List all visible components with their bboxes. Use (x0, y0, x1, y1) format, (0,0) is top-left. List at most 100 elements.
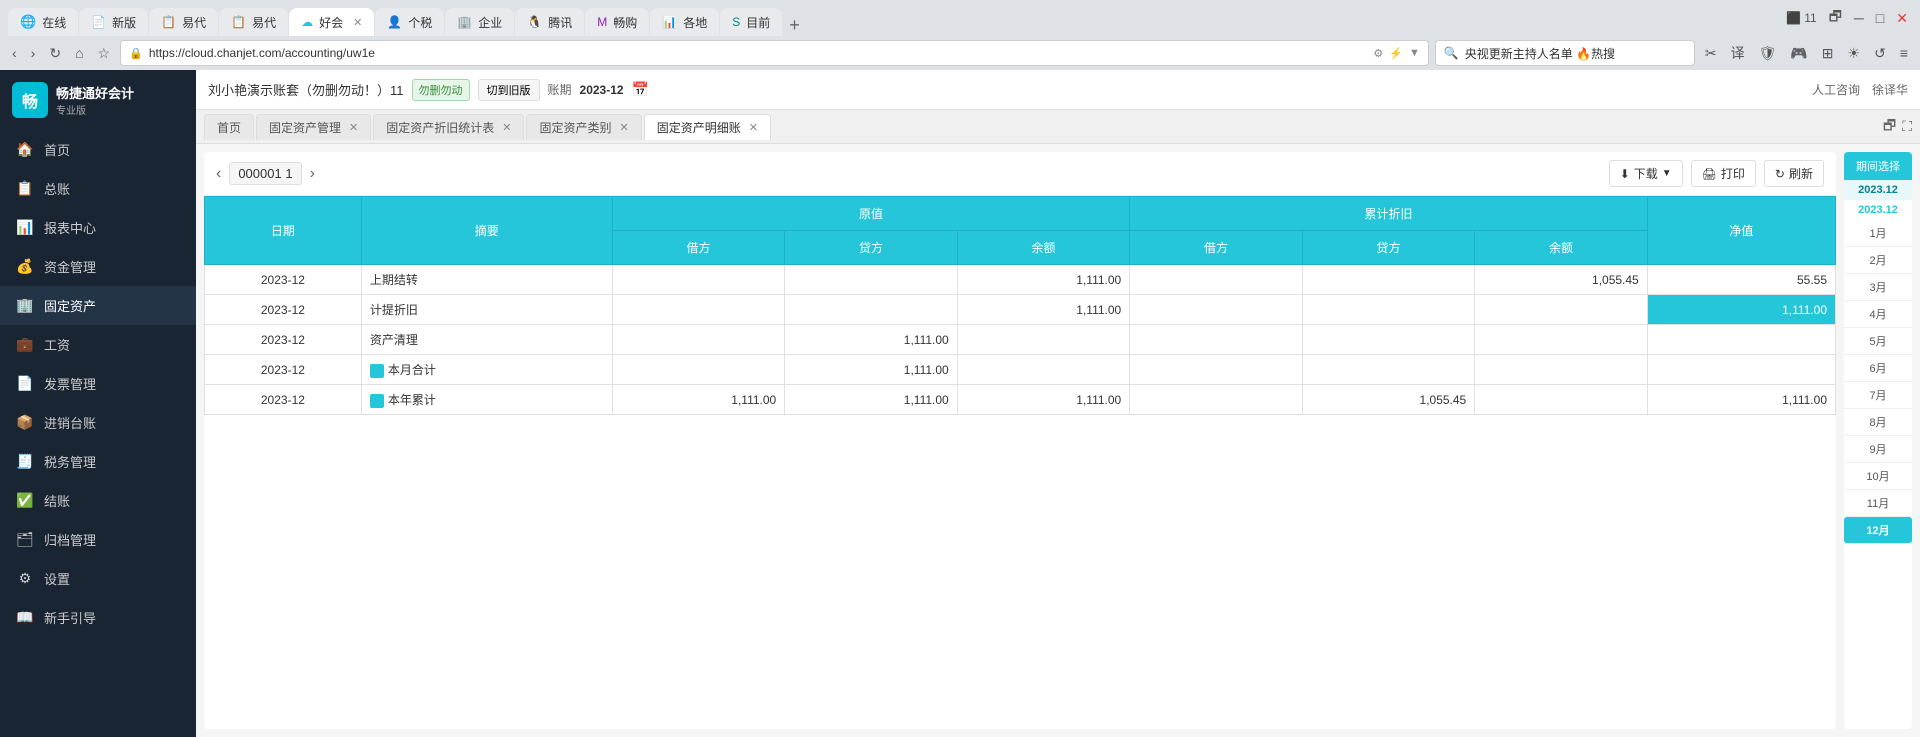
browser-tab-1[interactable]: 🌐 在线 (8, 8, 78, 36)
sidebar-label-tax: 税务管理 (44, 452, 96, 471)
period-year-1[interactable]: 2023.12 (1844, 180, 1912, 200)
sidebar-label-stock: 进销台账 (44, 413, 96, 432)
tab-label-8: 腾讯 (548, 14, 572, 31)
sidebar-item-stock[interactable]: 📦 进销台账 (0, 403, 196, 442)
month-item-11[interactable]: 11月 (1844, 490, 1912, 517)
app-header: 刘小艳演示账套（勿删勿动！）11 勿删勿动 切到旧版 账期 2023-12 📅 … (196, 70, 1920, 110)
sidebar-item-settings[interactable]: ⚙ 设置 (0, 559, 196, 598)
browser-tab-11[interactable]: S 目前 (720, 8, 782, 36)
sidebar-item-archive[interactable]: 🗂 归档管理 (0, 520, 196, 559)
sidebar-item-tax[interactable]: 🧾 税务管理 (0, 442, 196, 481)
tab-depreciation-table[interactable]: 固定资产折旧统计表 ✕ (373, 114, 524, 140)
tab-asset-detail[interactable]: 固定资产明细账 ✕ (644, 114, 771, 140)
dropdown-arrow[interactable]: ▼ (1662, 168, 1672, 179)
app-logo: 畅 (12, 82, 48, 118)
refresh-button[interactable]: ↻ 刷新 (1764, 160, 1824, 187)
cell-orig-credit (785, 295, 958, 325)
cell-date: 2023-12 (205, 325, 362, 355)
print-button[interactable]: 🖨 打印 (1691, 160, 1756, 187)
tab-asset-mgmt-label: 固定资产管理 (269, 119, 341, 136)
maximize-panel-button[interactable]: ⛶ (1902, 115, 1912, 139)
bookmark-button[interactable]: ☆ (94, 43, 115, 64)
asset-detail-table: 日期 摘要 原值 累计折旧 净值 借方 贷方 余额 借方 (204, 196, 1836, 415)
search-text[interactable]: 央视更新主持人名单 🔥热搜 (1465, 45, 1615, 62)
tab-close-5[interactable]: ✕ (353, 16, 362, 29)
tab-asset-mgmt-close[interactable]: ✕ (349, 121, 358, 134)
undo-button[interactable]: ↺ (1870, 43, 1890, 64)
game-button[interactable]: 🎮 (1786, 43, 1811, 64)
new-tab-button[interactable]: + (783, 15, 806, 36)
browser-tab-3[interactable]: 📋 易代 (149, 8, 218, 36)
browser-tab-2[interactable]: 📄 新版 (79, 8, 148, 36)
maximize-button[interactable]: □ (1872, 8, 1888, 28)
month-item-2[interactable]: 2月 (1844, 247, 1912, 274)
cell-acc-credit (1302, 265, 1475, 295)
close-window-button[interactable]: ✕ (1892, 8, 1912, 29)
translate-button[interactable]: 译 (1727, 41, 1749, 65)
user-name[interactable]: 徐译华 (1872, 81, 1908, 98)
sidebar-item-funds[interactable]: 💰 资金管理 (0, 247, 196, 286)
dropdown-icon[interactable]: ▼ (1409, 47, 1420, 59)
tab-detail-close[interactable]: ✕ (749, 121, 758, 134)
menu-button[interactable]: ≡ (1896, 43, 1912, 63)
address-text[interactable]: https://cloud.chanjet.com/accounting/uw1… (149, 46, 1368, 60)
sidebar-item-invoice[interactable]: 📄 发票管理 (0, 364, 196, 403)
browser-tab-7[interactable]: 🏢 企业 (445, 8, 514, 36)
col-accumulated-group: 累计折旧 (1130, 197, 1648, 231)
sidebar-item-payroll[interactable]: 💼 工资 (0, 325, 196, 364)
tab-dep-table-close[interactable]: ✕ (502, 121, 511, 134)
browser-tab-9[interactable]: M 畅购 (585, 8, 649, 36)
prev-record-button[interactable]: ‹ (216, 165, 221, 183)
next-record-button[interactable]: › (310, 165, 315, 183)
tab-home[interactable]: 首页 (204, 114, 254, 140)
month-item-3[interactable]: 3月 (1844, 274, 1912, 301)
sidebar-item-close[interactable]: ✅ 结账 (0, 481, 196, 520)
grid-button[interactable]: ⊞ (1818, 43, 1838, 64)
table-row: 2023-12 资产清理 1,111.00 (205, 325, 1836, 355)
restore-panel-button[interactable]: 🗗 (1883, 115, 1896, 139)
table-row: 2023-12 本年累计 1,111.00 1,111.00 1,111.00 … (205, 385, 1836, 415)
header-right: 人工咨询 徐译华 (1812, 81, 1908, 98)
main-panel: ‹ 000001 1 › ⬇ 下载 ▼ 🖨 打印 (204, 152, 1836, 729)
tab-cat-close[interactable]: ✕ (620, 121, 629, 134)
download-icon: ⬇ (1620, 167, 1630, 181)
month-item-5[interactable]: 5月 (1844, 328, 1912, 355)
browser-tab-4[interactable]: 📋 易代 (219, 8, 288, 36)
browser-tab-8[interactable]: 🐧 腾讯 (515, 8, 584, 36)
col-acc-balance: 余额 (1475, 231, 1648, 265)
browser-tab-6[interactable]: 👤 个税 (375, 8, 444, 36)
shield-button[interactable]: 🛡 (1755, 43, 1781, 64)
sidebar-item-guide[interactable]: 📖 新手引导 (0, 598, 196, 637)
sidebar-item-reports[interactable]: 📊 报表中心 (0, 208, 196, 247)
minimize-button[interactable]: ─ (1850, 8, 1868, 28)
home-button[interactable]: ⌂ (71, 43, 87, 63)
calendar-icon[interactable]: 📅 (632, 81, 649, 98)
browser-tab-10[interactable]: 📊 各地 (650, 8, 719, 36)
month-item-4[interactable]: 4月 (1844, 301, 1912, 328)
sidebar-item-home[interactable]: 🏠 首页 (0, 130, 196, 169)
tab-overflow-button[interactable]: ⬛ 11 (1782, 9, 1821, 27)
reload-button[interactable]: ↻ (45, 43, 65, 64)
period-year-2[interactable]: 2023.12 (1844, 200, 1912, 220)
sidebar-item-assets[interactable]: 🏢 固定资产 (0, 286, 196, 325)
forward-button[interactable]: › (27, 43, 40, 63)
month-item-7[interactable]: 7月 (1844, 382, 1912, 409)
version-switch-button[interactable]: 切到旧版 (478, 79, 540, 101)
month-item-9[interactable]: 9月 (1844, 436, 1912, 463)
tab-asset-mgmt[interactable]: 固定资产管理 ✕ (256, 114, 371, 140)
browser-tab-5[interactable]: ☁ 好会 ✕ (289, 8, 374, 36)
scissors-icon[interactable]: ✂ (1701, 43, 1721, 64)
month-item-6[interactable]: 6月 (1844, 355, 1912, 382)
sidebar-label-close: 结账 (44, 491, 70, 510)
brightness-button[interactable]: ☀ (1844, 43, 1865, 64)
month-item-10[interactable]: 10月 (1844, 463, 1912, 490)
month-item-8[interactable]: 8月 (1844, 409, 1912, 436)
sidebar-item-ledger[interactable]: 📋 总账 (0, 169, 196, 208)
download-button[interactable]: ⬇ 下载 ▼ (1609, 160, 1683, 187)
back-button[interactable]: ‹ (8, 43, 21, 63)
support-btn[interactable]: 人工咨询 (1812, 81, 1860, 98)
tab-asset-category[interactable]: 固定资产类别 ✕ (526, 114, 641, 140)
month-item-1[interactable]: 1月 (1844, 220, 1912, 247)
restore-window-button[interactable]: 🗗 (1825, 4, 1846, 32)
month-item-12[interactable]: 12月 (1844, 517, 1912, 544)
